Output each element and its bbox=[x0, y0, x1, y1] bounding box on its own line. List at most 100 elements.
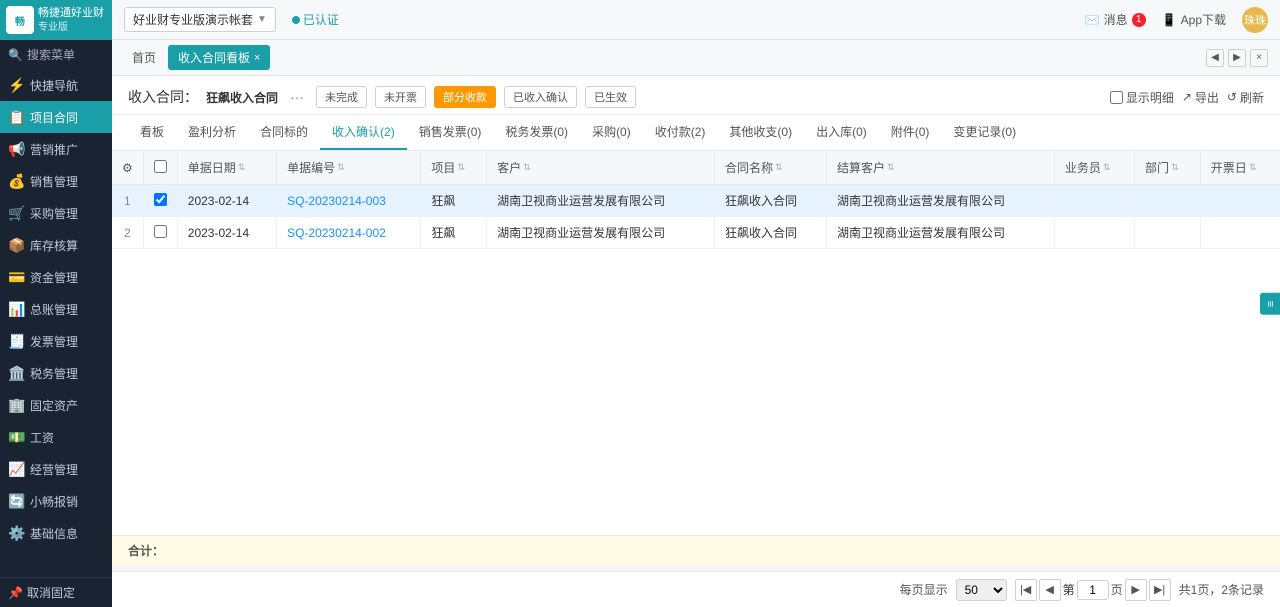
tab-revenue-confirm[interactable]: 收入确认(2) bbox=[320, 115, 407, 150]
sidebar-item-inventory[interactable]: 📦 库存核算 bbox=[0, 229, 112, 261]
tab-attachments[interactable]: 附件(0) bbox=[879, 115, 942, 150]
sidebar-item-expense[interactable]: 🔄 小畅报销 bbox=[0, 485, 112, 517]
total-info: 共1页，2条记录 bbox=[1179, 581, 1264, 598]
table-row[interactable]: 1 2023-02-14 SQ-20230214-003 狂飙 湖南卫视商业运营… bbox=[112, 185, 1280, 217]
contract-name: 狂飙收入合同 bbox=[206, 89, 278, 106]
sidebar-item-basic-info[interactable]: ⚙️ 基础信息 bbox=[0, 517, 112, 549]
show-detail-label[interactable]: 显示明细 bbox=[1110, 89, 1174, 106]
order-link[interactable]: SQ-20230214-002 bbox=[287, 226, 386, 240]
status-effective[interactable]: 已生效 bbox=[585, 86, 636, 108]
page-size-select[interactable]: 50 100 200 bbox=[956, 579, 1007, 601]
contract-more-btn[interactable]: ··· bbox=[286, 89, 308, 105]
tab-sales-invoice[interactable]: 销售发票(0) bbox=[407, 115, 494, 150]
row-customer: 湖南卫视商业运营发展有限公司 bbox=[487, 185, 715, 217]
refresh-btn[interactable]: ↺ 刷新 bbox=[1227, 89, 1264, 106]
tab-close-icon[interactable]: × bbox=[254, 52, 260, 64]
sidebar-item-general-ledger[interactable]: 📊 总账管理 bbox=[0, 293, 112, 325]
sidebar-item-funds[interactable]: 💳 资金管理 bbox=[0, 261, 112, 293]
tab-contract-subject[interactable]: 合同标的 bbox=[248, 115, 320, 150]
col-invoice-date[interactable]: 开票日⇅ bbox=[1200, 151, 1280, 185]
ledger-icon: 📊 bbox=[8, 300, 26, 318]
col-salesperson[interactable]: 业务员⇅ bbox=[1054, 151, 1134, 185]
assets-icon: 🏢 bbox=[8, 396, 26, 414]
page-label-after: 页 bbox=[1111, 581, 1123, 598]
sidebar-item-invoice-mgmt[interactable]: 🧾 发票管理 bbox=[0, 325, 112, 357]
logo-text: 畅捷通好业财 专业版 bbox=[38, 6, 104, 33]
select-all-checkbox[interactable] bbox=[154, 160, 167, 173]
page-number-input[interactable] bbox=[1077, 580, 1109, 600]
app-download-btn[interactable]: 📱 App下载 bbox=[1162, 11, 1226, 28]
sort-icon-settle: ⇅ bbox=[887, 162, 895, 173]
phone-icon: 📱 bbox=[1162, 13, 1177, 27]
sidebar-item-quick-nav[interactable]: ⚡ 快捷导航 bbox=[0, 69, 112, 101]
page-last-btn[interactable]: ▶| bbox=[1149, 579, 1171, 601]
status-revenue-confirmed[interactable]: 已收入确认 bbox=[504, 86, 577, 108]
row-checkbox[interactable] bbox=[143, 185, 177, 217]
nav-next-btn[interactable]: ▶ bbox=[1228, 49, 1246, 67]
nav-arrows: ◀ ▶ × bbox=[1206, 49, 1268, 67]
sort-icon-inv: ⇅ bbox=[1249, 162, 1257, 173]
tab-purchase[interactable]: 采购(0) bbox=[580, 115, 643, 150]
pin-bottom[interactable]: 📌 取消固定 bbox=[0, 577, 112, 607]
col-customer[interactable]: 客户⇅ bbox=[487, 151, 715, 185]
order-link[interactable]: SQ-20230214-003 bbox=[287, 194, 386, 208]
tab-change-log[interactable]: 变更记录(0) bbox=[941, 115, 1028, 150]
sidebar-item-marketing[interactable]: 📢 营销推广 bbox=[0, 133, 112, 165]
row-invoice-date bbox=[1200, 217, 1280, 249]
tab-warehouse[interactable]: 出入库(0) bbox=[804, 115, 879, 150]
sidebar-item-search[interactable]: 🔍 搜索菜单 bbox=[0, 40, 112, 69]
company-selector[interactable]: 好业财专业版演示帐套 ▼ bbox=[124, 7, 276, 32]
col-settle-customer[interactable]: 结算客户⇅ bbox=[827, 151, 1055, 185]
col-project[interactable]: 项目⇅ bbox=[421, 151, 487, 185]
status-not-complete[interactable]: 未完成 bbox=[316, 86, 367, 108]
app-logo: 畅 畅捷通好业财 专业版 bbox=[0, 0, 112, 40]
message-btn[interactable]: ✉️ 消息 1 bbox=[1085, 11, 1146, 28]
sidebar-item-purchase[interactable]: 🛒 采购管理 bbox=[0, 197, 112, 229]
contract-title-prefix: 收入合同： bbox=[128, 87, 198, 107]
marketing-icon: 📢 bbox=[8, 140, 26, 158]
row-contract-name: 狂飙收入合同 bbox=[714, 217, 826, 249]
home-tab[interactable]: 首页 bbox=[124, 45, 164, 70]
status-partial-receipt[interactable]: 部分收款 bbox=[434, 86, 496, 108]
sidebar-item-ops[interactable]: 📈 经营管理 bbox=[0, 453, 112, 485]
col-order-no[interactable]: 单据编号⇅ bbox=[277, 151, 421, 185]
nav-close-btn[interactable]: × bbox=[1250, 49, 1268, 67]
tab-profit-analysis[interactable]: 盈利分析 bbox=[176, 115, 248, 150]
col-gear[interactable]: ⚙ bbox=[112, 151, 143, 185]
table-row[interactable]: 2 2023-02-14 SQ-20230214-002 狂飙 湖南卫视商业运营… bbox=[112, 217, 1280, 249]
float-action-btn[interactable]: ≡ bbox=[1260, 292, 1280, 314]
payroll-icon: 💵 bbox=[8, 428, 26, 446]
page-next-btn[interactable]: ▶ bbox=[1125, 579, 1147, 601]
tab-board[interactable]: 看板 bbox=[128, 115, 176, 150]
tab-tax-invoice[interactable]: 税务发票(0) bbox=[493, 115, 580, 150]
user-avatar-btn[interactable]: 珠珠 bbox=[1242, 7, 1268, 33]
sidebar-item-project-contract[interactable]: 📋 项目合同 bbox=[0, 101, 112, 133]
show-detail-checkbox[interactable] bbox=[1110, 91, 1123, 104]
nav-prev-btn[interactable]: ◀ bbox=[1206, 49, 1224, 67]
sidebar-item-fixed-assets[interactable]: 🏢 固定资产 bbox=[0, 389, 112, 421]
col-department[interactable]: 部门⇅ bbox=[1135, 151, 1201, 185]
sidebar-item-sales[interactable]: 💰 销售管理 bbox=[0, 165, 112, 197]
active-nav-tab[interactable]: 收入合同看板 × bbox=[168, 45, 270, 70]
sidebar-item-payroll[interactable]: 💵 工资 bbox=[0, 421, 112, 453]
status-not-invoiced[interactable]: 未开票 bbox=[375, 86, 426, 108]
tab-other-income[interactable]: 其他收支(0) bbox=[717, 115, 804, 150]
row-settle-customer: 湖南卫视商业运营发展有限公司 bbox=[827, 217, 1055, 249]
sort-icon-date: ⇅ bbox=[238, 162, 246, 173]
col-date[interactable]: 单据日期⇅ bbox=[177, 151, 276, 185]
row-2-checkbox[interactable] bbox=[154, 225, 167, 238]
row-checkbox[interactable] bbox=[143, 217, 177, 249]
page-first-btn[interactable]: |◀ bbox=[1015, 579, 1037, 601]
row-num: 2 bbox=[112, 217, 143, 249]
tab-payment[interactable]: 收付款(2) bbox=[643, 115, 718, 150]
row-1-checkbox[interactable] bbox=[154, 193, 167, 206]
col-contract-name[interactable]: 合同名称⇅ bbox=[714, 151, 826, 185]
row-salesperson bbox=[1054, 185, 1134, 217]
table-footer: 合计： bbox=[112, 535, 1280, 565]
search-icon: 🔍 bbox=[8, 48, 23, 62]
invoice-icon: 🧾 bbox=[8, 332, 26, 350]
export-btn[interactable]: ↗ 导出 bbox=[1182, 89, 1219, 106]
sidebar-item-tax[interactable]: 🏛️ 税务管理 bbox=[0, 357, 112, 389]
page-prev-btn[interactable]: ◀ bbox=[1039, 579, 1061, 601]
row-settle-customer: 湖南卫视商业运营发展有限公司 bbox=[827, 185, 1055, 217]
